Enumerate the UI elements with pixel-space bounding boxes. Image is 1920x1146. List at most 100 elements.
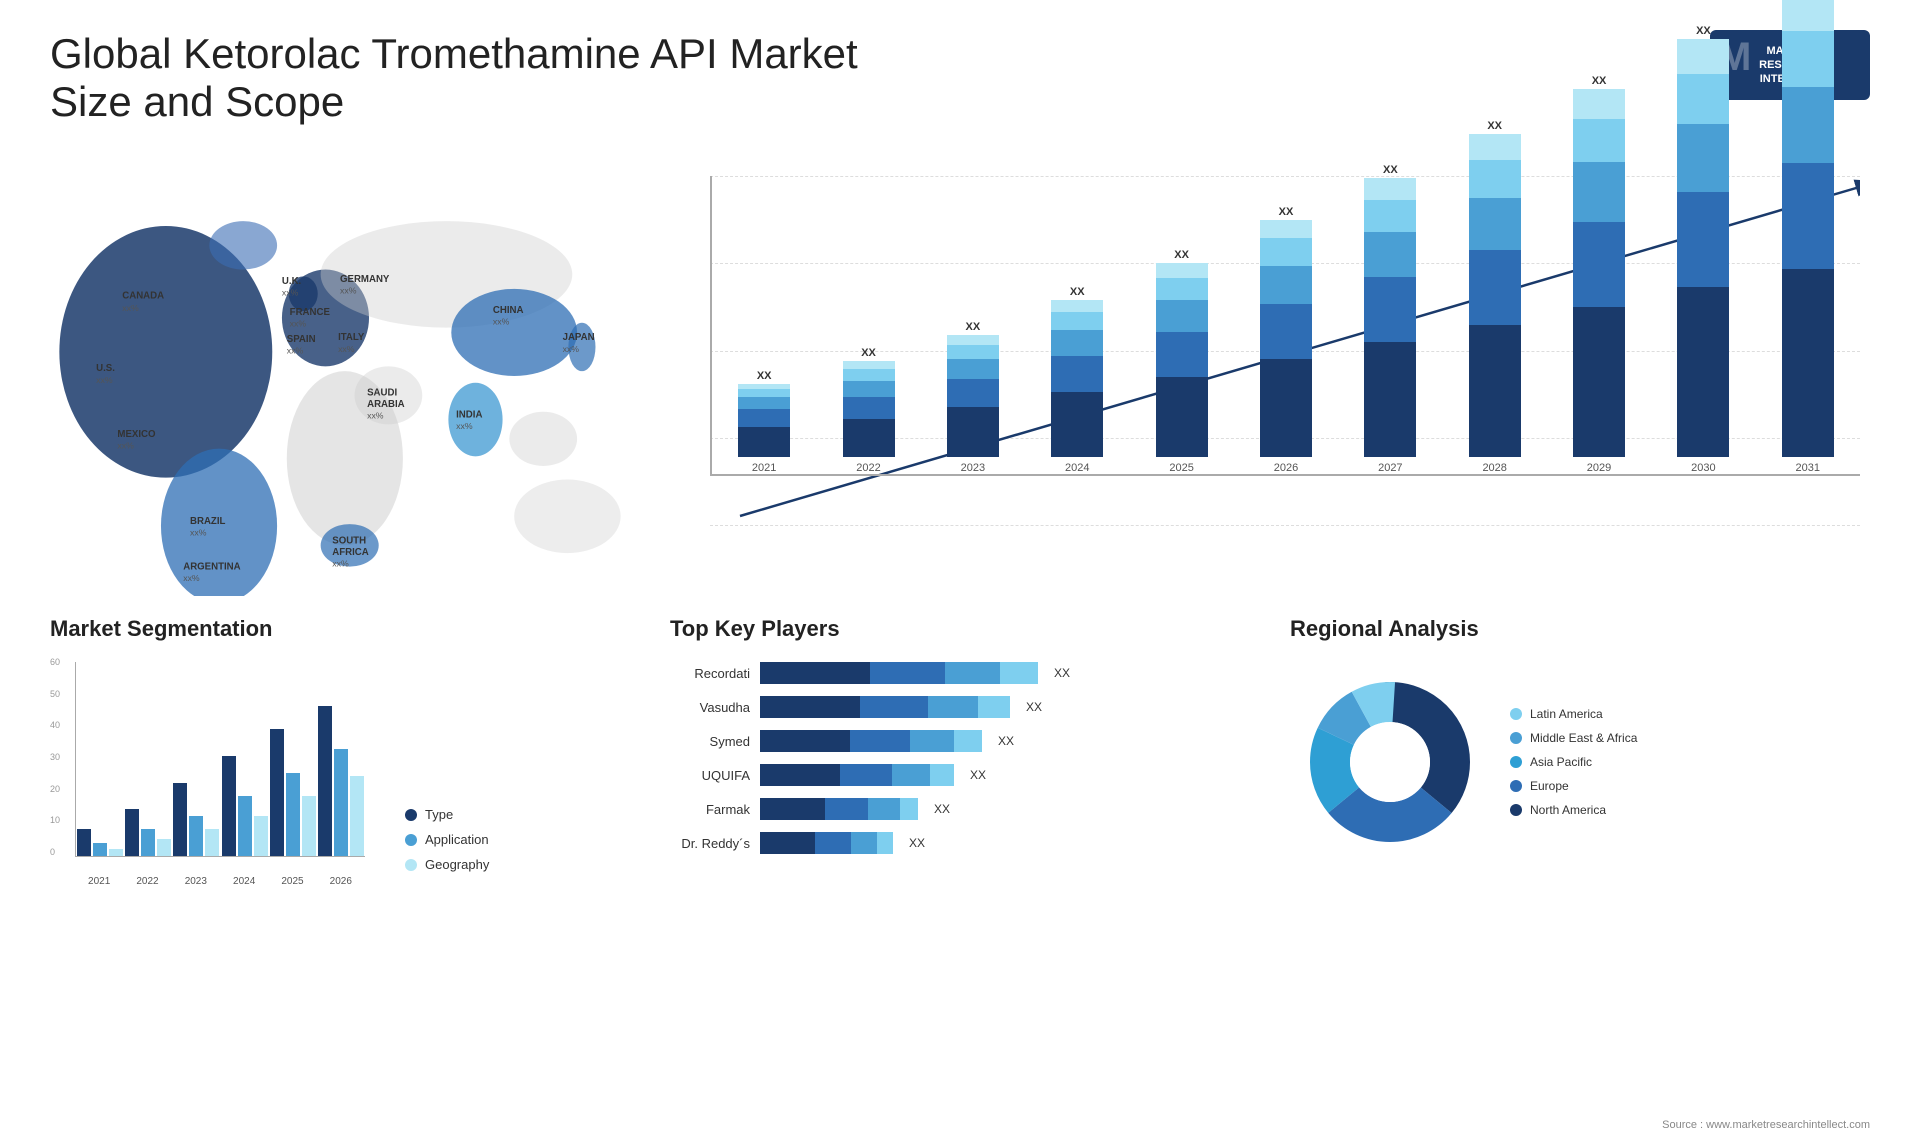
bar-2028: XX 2028: [1469, 120, 1521, 474]
player-name-farmak: Farmak: [670, 802, 750, 817]
seg-bar-chart: 0 10 20 30 40 50 60: [50, 657, 370, 887]
svg-text:xx%: xx%: [183, 573, 200, 583]
player-bar-recordati: [760, 662, 1038, 684]
seg-bar-2026: [318, 706, 364, 856]
seg-bar-2023: [173, 783, 219, 856]
page-title: Global Ketorolac Tromethamine API Market…: [50, 30, 950, 126]
legend-latin-america: Latin America: [1510, 707, 1637, 721]
legend-application: Application: [405, 832, 489, 847]
legend-application-dot: [405, 834, 417, 846]
svg-text:xx%: xx%: [493, 317, 510, 327]
player-name-drreddys: Dr. Reddy´s: [670, 836, 750, 851]
map-label-argentina: ARGENTINA: [183, 562, 240, 573]
svg-text:xx%: xx%: [290, 319, 307, 329]
svg-text:xx%: xx%: [117, 441, 134, 451]
map-label-india: INDIA: [456, 410, 482, 421]
regional-legend: Latin America Middle East & Africa Asia …: [1510, 707, 1637, 817]
header: Global Ketorolac Tromethamine API Market…: [0, 0, 1920, 146]
legend-geography-dot: [405, 859, 417, 871]
key-players-section: Top Key Players Recordati XX Vasudha: [650, 606, 1270, 897]
legend-north-america: North America: [1510, 803, 1637, 817]
player-name-uquifa: UQUIFA: [670, 768, 750, 783]
player-row-drreddys: Dr. Reddy´s XX: [670, 832, 1250, 854]
bar-2029: XX 2029: [1573, 75, 1625, 474]
svg-text:xx%: xx%: [332, 559, 349, 569]
map-label-uk: U.K.: [282, 276, 302, 287]
bar-2025: XX 2025: [1156, 249, 1208, 474]
player-bar-vasudha: [760, 696, 1010, 718]
seg-y-labels: 0 10 20 30 40 50 60: [50, 657, 70, 857]
player-row-uquifa: UQUIFA XX: [670, 764, 1250, 786]
map-label-italy: ITALY: [338, 332, 365, 343]
legend-middle-east: Middle East & Africa: [1510, 731, 1637, 745]
svg-text:xx%: xx%: [122, 303, 139, 313]
svg-text:AFRICA: AFRICA: [332, 547, 369, 558]
seg-bar-2022: [125, 809, 171, 856]
donut-chart: [1290, 662, 1490, 862]
seg-legend: Type Application Geography: [405, 807, 489, 872]
player-bar-farmak: [760, 798, 918, 820]
map-label-southafrica: SOUTH: [332, 535, 366, 546]
bar-chart-wrapper: XX 2021 XX: [670, 156, 1870, 576]
svg-text:xx%: xx%: [367, 411, 384, 421]
svg-text:xx%: xx%: [563, 344, 580, 354]
player-row-symed: Symed XX: [670, 730, 1250, 752]
seg-bar-2025: [270, 729, 316, 856]
donut-container: Latin America Middle East & Africa Asia …: [1290, 662, 1870, 862]
svg-text:xx%: xx%: [96, 375, 113, 385]
map-label-france: FRANCE: [290, 307, 331, 318]
bar-2023: XX 2023: [947, 321, 999, 474]
svg-text:xx%: xx%: [282, 288, 299, 298]
map-section: CANADA xx% U.S. xx% MEXICO xx% BRAZIL xx…: [30, 146, 650, 606]
bars-container: XX 2021 XX: [710, 176, 1860, 476]
legend-europe: Europe: [1510, 779, 1637, 793]
latin-america-dot: [1510, 708, 1522, 720]
player-bar-symed: [760, 730, 982, 752]
map-label-china: CHINA: [493, 305, 524, 316]
svg-text:xx%: xx%: [338, 344, 355, 354]
north-america-dot: [1510, 804, 1522, 816]
bar-2022: XX 2022: [843, 347, 895, 474]
bar-chart-section: XX 2021 XX: [650, 146, 1890, 606]
key-players-title: Top Key Players: [670, 616, 1250, 642]
player-bar-uquifa: [760, 764, 954, 786]
svg-text:xx%: xx%: [340, 286, 357, 296]
europe-dot: [1510, 780, 1522, 792]
source-line: Source : www.marketresearchintellect.com: [1662, 1119, 1870, 1131]
player-name-symed: Symed: [670, 734, 750, 749]
segmentation-section: Market Segmentation 0 10 20 30 40 50 60: [30, 606, 650, 897]
legend-geography: Geography: [405, 857, 489, 872]
bar-2027: XX 2027: [1364, 164, 1416, 474]
map-label-us: U.S.: [96, 363, 115, 374]
bar-2026: XX 2026: [1260, 206, 1312, 474]
regional-section: Regional Analysis: [1270, 606, 1890, 897]
map-label-germany: GERMANY: [340, 274, 390, 285]
bottom-right: Top Key Players Recordati XX Vasudha: [650, 606, 1890, 897]
player-row-farmak: Farmak XX: [670, 798, 1250, 820]
world-map: CANADA xx% U.S. xx% MEXICO xx% BRAZIL xx…: [40, 156, 640, 596]
map-label-spain: SPAIN: [287, 334, 316, 345]
player-name-vasudha: Vasudha: [670, 700, 750, 715]
main-content: CANADA xx% U.S. xx% MEXICO xx% BRAZIL xx…: [0, 146, 1920, 897]
segmentation-content: 0 10 20 30 40 50 60: [50, 657, 630, 887]
svg-text:xx%: xx%: [190, 528, 207, 538]
legend-type-dot: [405, 809, 417, 821]
bar-2030: XX 2030: [1677, 25, 1729, 474]
middle-east-dot: [1510, 732, 1522, 744]
seg-bars-area: [75, 662, 365, 857]
svg-text:xx%: xx%: [287, 346, 304, 356]
bar-2024: XX 2024: [1051, 286, 1103, 474]
bar-2021: XX 2021: [738, 370, 790, 474]
svg-text:xx%: xx%: [456, 421, 473, 431]
legend-type: Type: [405, 807, 489, 822]
regional-title: Regional Analysis: [1290, 616, 1870, 642]
player-name-recordati: Recordati: [670, 666, 750, 681]
map-label-saudi: SAUDI: [367, 387, 397, 398]
map-label-mexico: MEXICO: [117, 429, 156, 440]
map-label-canada: CANADA: [122, 291, 164, 302]
svg-text:ARABIA: ARABIA: [367, 399, 405, 410]
seg-x-labels: 2021 2022 2023 2024 2025 2026: [75, 876, 365, 887]
legend-asia-pacific: Asia Pacific: [1510, 755, 1637, 769]
seg-bar-2024: [222, 756, 268, 856]
asia-pacific-dot: [1510, 756, 1522, 768]
